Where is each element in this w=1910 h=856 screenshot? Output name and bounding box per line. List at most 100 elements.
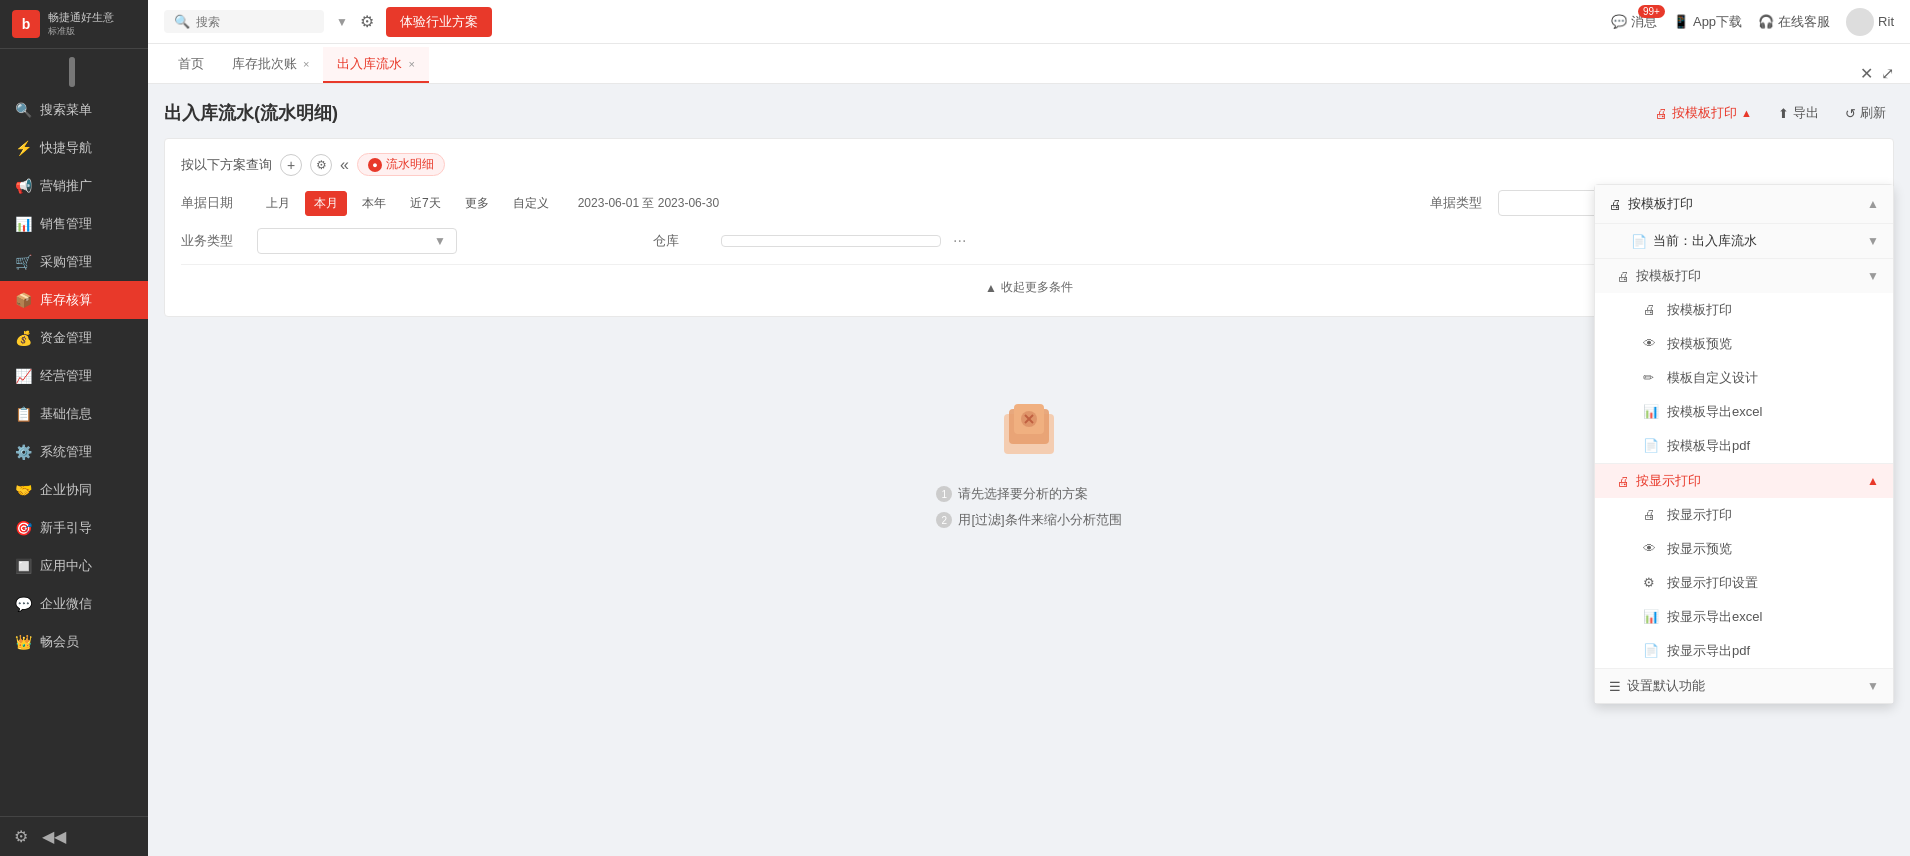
template-print-section-icon: 🖨 — [1617, 269, 1630, 284]
topbar-gear-icon[interactable]: ⚙ — [360, 12, 374, 31]
message-btn[interactable]: 💬 消息 99+ — [1611, 13, 1657, 31]
template-print-section: 🖨 按模板打印 ▼ 🖨 按模板打印 👁 按模板预览 ✏ — [1595, 259, 1893, 464]
sidebar-item-inventory[interactable]: 📦 库存核算 — [0, 281, 148, 319]
tab-bar: 首页 库存批次账 × 出入库流水 × ✕ ⤢ — [148, 44, 1910, 84]
filter-settings-btn[interactable]: ⚙ — [310, 154, 332, 176]
date-recent-7[interactable]: 近7天 — [401, 191, 450, 216]
footer-arrow[interactable]: ▼ — [1867, 679, 1879, 693]
sidebar-item-basic-info[interactable]: 📋 基础信息 — [0, 395, 148, 433]
date-more[interactable]: 更多 — [456, 191, 498, 216]
collapse-arrow-icon: ▲ — [985, 281, 997, 295]
sidebar-item-cooperation[interactable]: 🤝 企业协同 — [0, 471, 148, 509]
dropdown-header: 🖨 按模板打印 ▲ — [1595, 185, 1893, 224]
sidebar-item-quick-nav[interactable]: ⚡ 快捷导航 — [0, 129, 148, 167]
sidebar-item-operations[interactable]: 📈 经营管理 — [0, 357, 148, 395]
current-template-icon: 📄 — [1631, 234, 1647, 249]
trial-btn[interactable]: 体验行业方案 — [386, 7, 492, 37]
sidebar-item-sales[interactable]: 📊 销售管理 — [0, 205, 148, 243]
search-input[interactable] — [196, 15, 276, 29]
tab-home[interactable]: 首页 — [164, 47, 218, 83]
empty-state-illustration — [989, 389, 1069, 469]
date-prev-month[interactable]: 上月 — [257, 191, 299, 216]
display-print-item[interactable]: 🖨 按显示打印 — [1595, 498, 1893, 532]
display-print-section: 🖨 按显示打印 ▲ 🖨 按显示打印 👁 按显示预览 ⚙ — [1595, 464, 1893, 669]
display-section-expand[interactable]: ▲ — [1867, 474, 1879, 488]
date-this-month[interactable]: 本月 — [305, 191, 347, 216]
logo-icon: b — [12, 10, 40, 38]
date-custom[interactable]: 自定义 — [504, 191, 558, 216]
template-custom-item[interactable]: ✏ 模板自定义设计 — [1595, 361, 1893, 395]
display-preview-item[interactable]: 👁 按显示预览 — [1595, 532, 1893, 566]
tab-flow-close[interactable]: × — [408, 58, 414, 70]
display-print-header[interactable]: 🖨 按显示打印 ▲ — [1595, 464, 1893, 498]
tab-batch-account[interactable]: 库存批次账 × — [218, 47, 323, 83]
template-export-pdf-item[interactable]: 📄 按模板导出pdf — [1595, 429, 1893, 463]
display-export-pdf-label: 按显示导出pdf — [1667, 642, 1750, 660]
warehouse-select[interactable] — [721, 235, 941, 247]
quick-nav-icon: ⚡ — [14, 139, 32, 157]
topbar-search-icon: 🔍 — [174, 14, 190, 29]
empty-tip-1: 1 请先选择要分析的方案 — [936, 485, 1121, 503]
template-print-header[interactable]: 🖨 按模板打印 ▼ — [1595, 259, 1893, 293]
display-export-pdf-item[interactable]: 📄 按显示导出pdf — [1595, 634, 1893, 668]
display-export-excel-label: 按显示导出excel — [1667, 608, 1762, 626]
settings-bottom-icon[interactable]: ⚙ — [14, 827, 28, 846]
warehouse-label: 仓库 — [653, 232, 713, 250]
sidebar-item-wechat[interactable]: 💬 企业微信 — [0, 585, 148, 623]
filter-tag[interactable]: ● 流水明细 — [357, 153, 445, 176]
refresh-btn[interactable]: ↺ 刷新 — [1837, 100, 1894, 126]
template-print-item[interactable]: 🖨 按模板打印 — [1595, 293, 1893, 327]
sidebar-item-purchase[interactable]: 🛒 采购管理 — [0, 243, 148, 281]
sidebar-item-search[interactable]: 🔍 搜索菜单 — [0, 91, 148, 129]
display-print-settings-item[interactable]: ⚙ 按显示打印设置 — [1595, 566, 1893, 600]
sidebar-item-marketing[interactable]: 📢 营销推广 — [0, 167, 148, 205]
close-icon[interactable]: ✕ — [1860, 64, 1873, 83]
display-print-settings-icon: ⚙ — [1643, 575, 1659, 591]
print-template-btn[interactable]: 🖨 按模板打印 ▲ — [1647, 100, 1760, 126]
template-export-excel-icon: 📊 — [1643, 404, 1659, 420]
topbar-search-box[interactable]: 🔍 — [164, 10, 324, 33]
date-this-year[interactable]: 本年 — [353, 191, 395, 216]
sidebar-item-app-center[interactable]: 🔲 应用中心 — [0, 547, 148, 585]
business-type-select[interactable]: ▼ — [257, 228, 457, 254]
user-profile[interactable]: Rit — [1846, 8, 1894, 36]
empty-tip-1-text: 请先选择要分析的方案 — [958, 485, 1088, 503]
sidebar-item-system[interactable]: ⚙️ 系统管理 — [0, 433, 148, 471]
template-print-section-label: 按模板打印 — [1636, 267, 1701, 285]
display-print-settings-label: 按显示打印设置 — [1667, 574, 1758, 592]
template-section-expand[interactable]: ▼ — [1867, 269, 1879, 283]
export-btn[interactable]: ⬆ 导出 — [1770, 100, 1827, 126]
template-print-item-icon: 🖨 — [1643, 302, 1659, 318]
filter-add-btn[interactable]: + — [280, 154, 302, 176]
filter-collapse-icon[interactable]: « — [340, 156, 349, 174]
topbar-dropdown-arrow[interactable]: ▼ — [336, 15, 348, 29]
date-filter-options: 上月 本月 本年 近7天 更多 自定义 — [257, 191, 558, 216]
sidebar-item-finance[interactable]: 💰 资金管理 — [0, 319, 148, 357]
template-preview-item[interactable]: 👁 按模板预览 — [1595, 327, 1893, 361]
sidebar-item-member-label: 畅会员 — [40, 633, 79, 651]
sidebar-item-system-label: 系统管理 — [40, 443, 92, 461]
dropdown-header-collapse[interactable]: ▲ — [1867, 197, 1879, 211]
sidebar-item-finance-label: 资金管理 — [40, 329, 92, 347]
collapse-more-btn[interactable]: ▲ 收起更多条件 — [985, 273, 1073, 302]
display-print-section-icon: 🖨 — [1617, 474, 1630, 489]
print-dropdown-arrow[interactable]: ▲ — [1741, 107, 1752, 119]
template-print-item-label: 按模板打印 — [1667, 301, 1732, 319]
sidebar-item-member[interactable]: 👑 畅会员 — [0, 623, 148, 661]
tab-flow[interactable]: 出入库流水 × — [323, 47, 428, 83]
display-preview-label: 按显示预览 — [1667, 540, 1732, 558]
online-service-btn[interactable]: 🎧 在线客服 — [1758, 13, 1830, 31]
warehouse-dots[interactable]: ··· — [953, 232, 966, 250]
sidebar-item-guide[interactable]: 🎯 新手引导 — [0, 509, 148, 547]
dropdown-panel: 🖨 按模板打印 ▲ 📄 当前：出入库流水 ▼ 🖨 按模板打印 — [1594, 184, 1894, 704]
tab-batch-account-close[interactable]: × — [303, 58, 309, 70]
help-bottom-icon[interactable]: ◀◀ — [42, 827, 66, 846]
expand-icon[interactable]: ⤢ — [1881, 64, 1894, 83]
topbar: 🔍 ▼ ⚙ 体验行业方案 💬 消息 99+ 📱 App下载 🎧 在线客服 Rit — [148, 0, 1910, 44]
display-export-excel-item[interactable]: 📊 按显示导出excel — [1595, 600, 1893, 634]
app-download-btn[interactable]: 📱 App下载 — [1673, 13, 1742, 31]
dropdown-footer[interactable]: ☰ 设置默认功能 ▼ — [1595, 669, 1893, 703]
current-template-arrow[interactable]: ▼ — [1867, 234, 1879, 248]
sidebar-nav: 🔍 搜索菜单 ⚡ 快捷导航 📢 营销推广 📊 销售管理 🛒 采购管理 📦 库存核… — [0, 49, 148, 816]
template-export-excel-item[interactable]: 📊 按模板导出excel — [1595, 395, 1893, 429]
